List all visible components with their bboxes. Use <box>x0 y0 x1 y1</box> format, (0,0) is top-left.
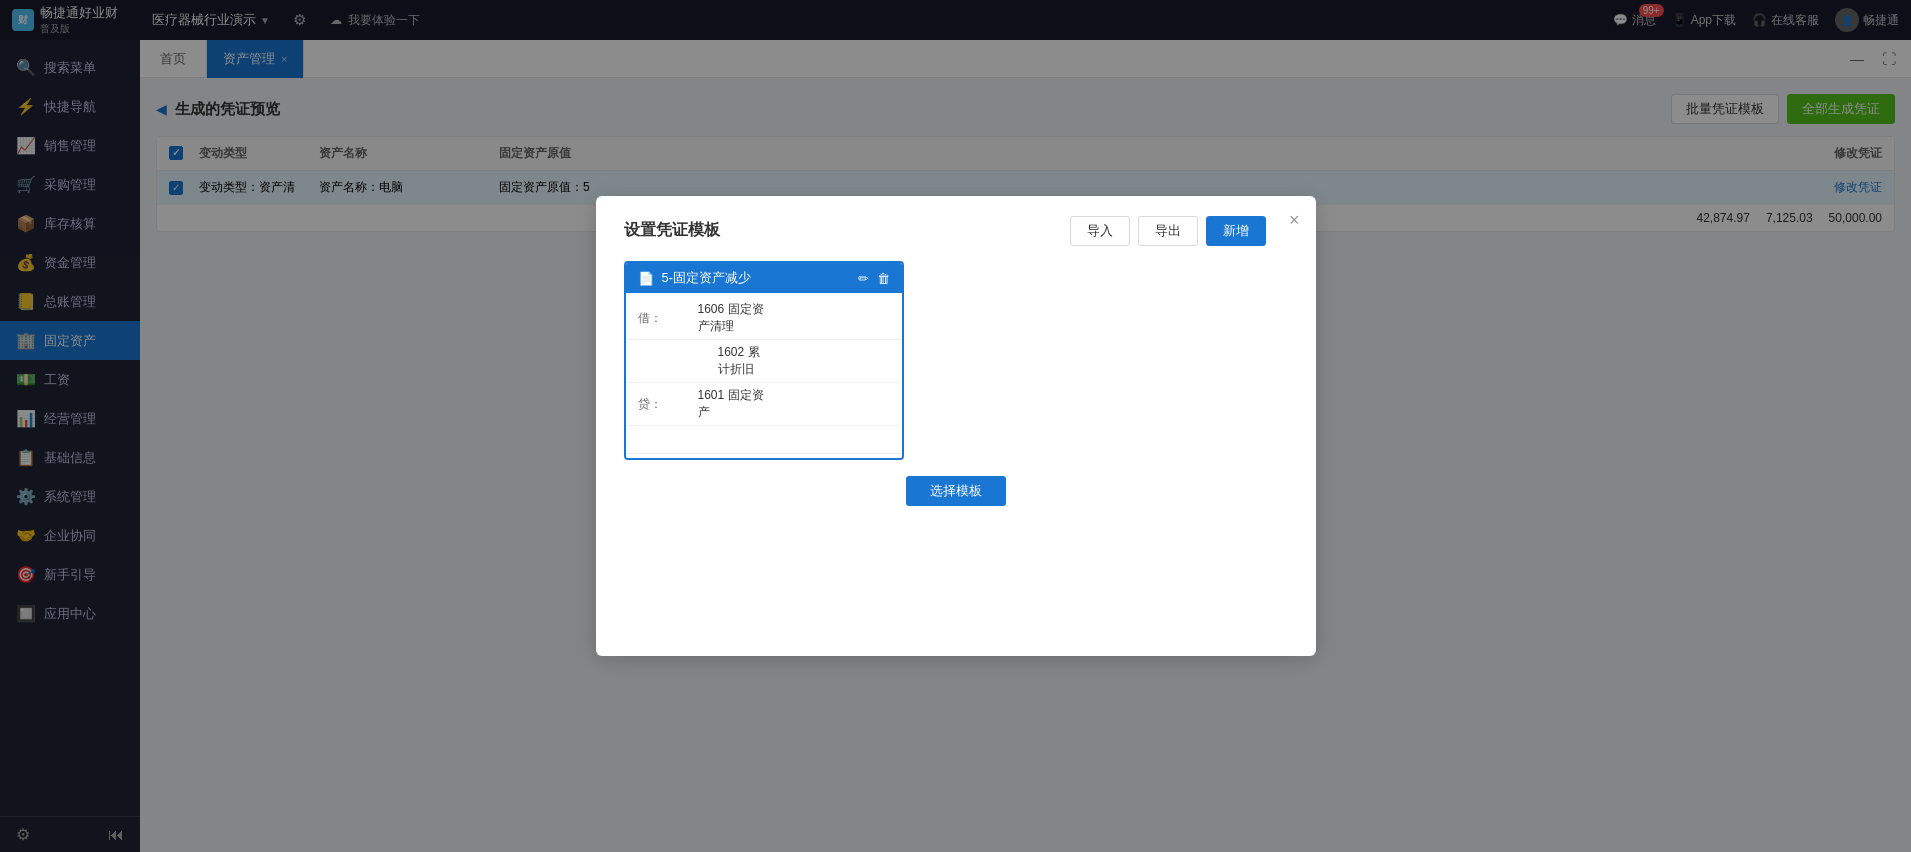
select-template-button[interactable]: 选择模板 <box>906 476 1006 506</box>
template-card: 📄 5-固定资产减少 ✏ 🗑 借： 1606 固定资产清理 <box>624 261 904 460</box>
template-modal: × 设置凭证模板 导入 导出 新增 📄 5-固定资产减少 ✏ 🗑 借： 1606… <box>596 196 1316 656</box>
entry1-account: 1606 固定资产清理 <box>698 301 770 335</box>
template-header-label: 5-固定资产减少 <box>662 269 752 287</box>
modal-close-button[interactable]: × <box>1289 210 1300 231</box>
edit-icon[interactable]: ✏ <box>858 271 869 286</box>
modal-overlay: × 设置凭证模板 导入 导出 新增 📄 5-固定资产减少 ✏ 🗑 借： 1606… <box>0 0 1911 852</box>
modal-actions: 导入 导出 新增 <box>1070 216 1266 246</box>
export-button[interactable]: 导出 <box>1138 216 1198 246</box>
template-entry-1: 借： 1606 固定资产清理 <box>626 297 902 340</box>
template-card-actions: ✏ 🗑 <box>858 271 890 286</box>
import-button[interactable]: 导入 <box>1070 216 1130 246</box>
template-row-empty <box>626 426 902 454</box>
template-entry-3: 贷： 1601 固定资产 <box>626 383 902 426</box>
template-card-body: 借： 1606 固定资产清理 1602 累计折旧 贷： 1601 固定资产 <box>626 293 902 458</box>
entry3-account: 1601 固定资产 <box>698 387 770 421</box>
template-card-header: 📄 5-固定资产减少 ✏ 🗑 <box>626 263 902 293</box>
delete-icon[interactable]: 🗑 <box>877 271 890 286</box>
template-doc-icon: 📄 <box>638 271 654 286</box>
template-entry-2: 1602 累计折旧 <box>626 340 902 383</box>
new-template-button[interactable]: 新增 <box>1206 216 1266 246</box>
entry1-direction: 借： <box>638 310 698 327</box>
entry2-account: 1602 累计折旧 <box>698 344 770 378</box>
entry3-direction: 贷： <box>638 396 698 413</box>
